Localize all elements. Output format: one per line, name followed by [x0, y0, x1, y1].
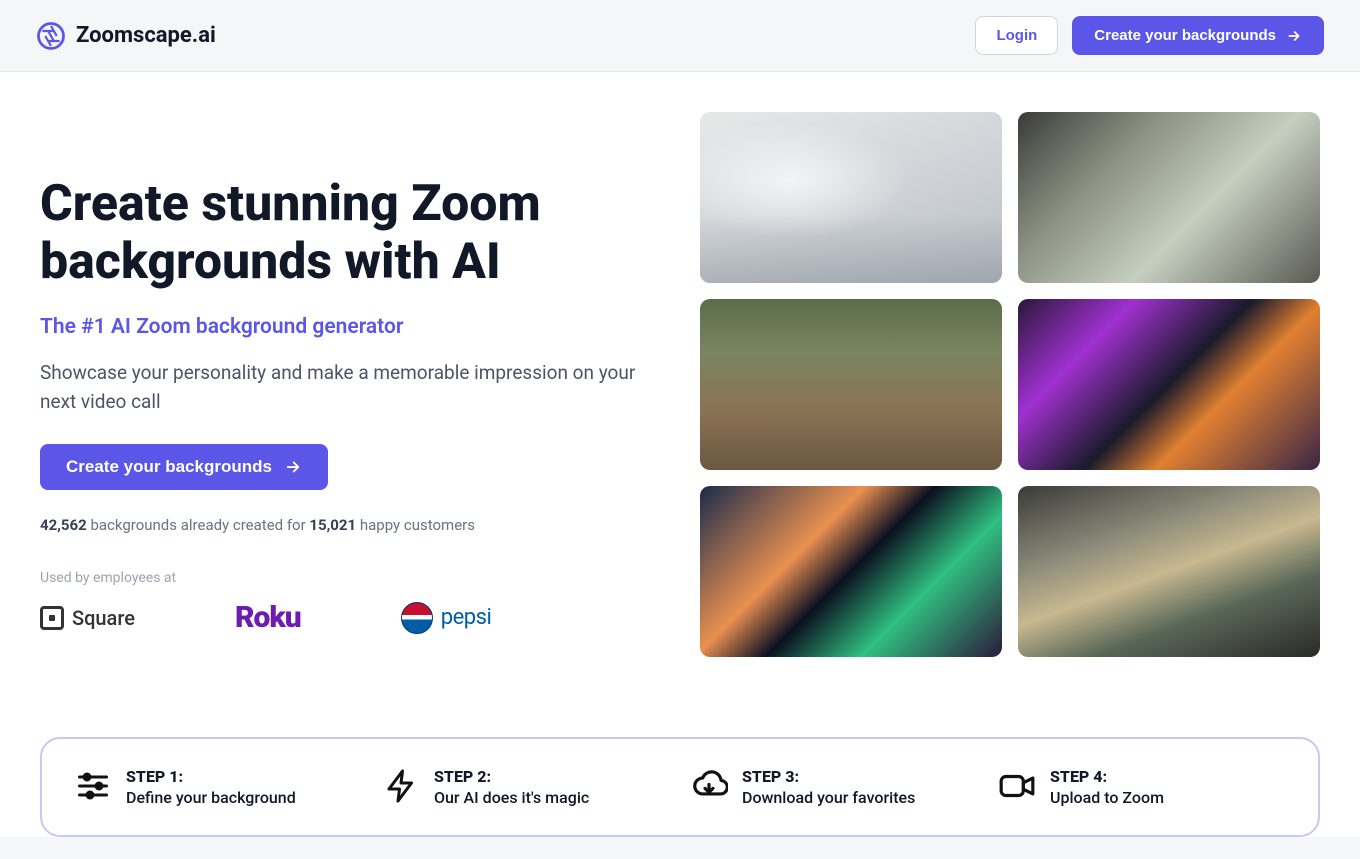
arrow-right-icon [1286, 28, 1302, 44]
steps-card: STEP 1: Define your background STEP 2: O… [40, 737, 1320, 837]
steps-section: STEP 1: Define your background STEP 2: O… [0, 657, 1360, 837]
create-backgrounds-button-hero[interactable]: Create your backgrounds [40, 444, 328, 490]
step-desc: Our AI does it's magic [434, 788, 589, 807]
step-label: STEP 3: [742, 767, 915, 786]
company-logos: Square Roku pepsi [40, 600, 660, 635]
sliders-icon [74, 767, 112, 805]
square-icon [40, 606, 64, 630]
login-button[interactable]: Login [975, 16, 1058, 55]
step-2: STEP 2: Our AI does it's magic [382, 767, 670, 807]
hero-subtitle: The #1 AI Zoom background generator [40, 315, 660, 339]
gallery-image [700, 299, 1002, 470]
aperture-icon [36, 21, 66, 51]
arrow-right-icon [284, 458, 302, 476]
hero-content: Create stunning Zoom backgrounds with AI… [40, 112, 660, 657]
brand-logo[interactable]: Zoomscape.ai [36, 21, 216, 51]
step-label: STEP 1: [126, 767, 296, 786]
step-label: STEP 4: [1050, 767, 1164, 786]
gallery-image [700, 486, 1002, 657]
header-actions: Login Create your backgrounds [975, 16, 1324, 55]
logo-pepsi: pepsi [401, 602, 492, 634]
cta-label: Create your backgrounds [1094, 27, 1276, 44]
step-4: STEP 4: Upload to Zoom [998, 767, 1286, 807]
hero-section: Create stunning Zoom backgrounds with AI… [0, 72, 1360, 657]
stats-text: 42,562 backgrounds already created for 1… [40, 516, 660, 534]
brand-name: Zoomscape.ai [76, 23, 216, 48]
step-3: STEP 3: Download your favorites [690, 767, 978, 807]
hero-title: Create stunning Zoom backgrounds with AI [40, 176, 660, 291]
bolt-icon [382, 767, 420, 805]
gallery-image [1018, 299, 1320, 470]
step-label: STEP 2: [434, 767, 589, 786]
used-by-label: Used by employees at [40, 570, 660, 586]
logo-roku: Roku [235, 600, 301, 635]
video-icon [998, 767, 1036, 805]
hero-description: Showcase your personality and make a mem… [40, 359, 660, 416]
step-desc: Upload to Zoom [1050, 788, 1164, 807]
gallery-grid [700, 112, 1320, 657]
gallery-image [700, 112, 1002, 283]
logo-square: Square [40, 606, 135, 630]
gallery-image [1018, 112, 1320, 283]
cloud-download-icon [690, 767, 728, 805]
step-desc: Download your favorites [742, 788, 915, 807]
step-1: STEP 1: Define your background [74, 767, 362, 807]
backgrounds-count: 42,562 [40, 516, 87, 534]
pepsi-icon [401, 602, 433, 634]
gallery-image [1018, 486, 1320, 657]
header: Zoomscape.ai Login Create your backgroun… [0, 0, 1360, 72]
create-backgrounds-button-header[interactable]: Create your backgrounds [1072, 16, 1324, 55]
cta-label: Create your backgrounds [66, 457, 272, 477]
customers-count: 15,021 [309, 516, 356, 534]
step-desc: Define your background [126, 788, 296, 807]
